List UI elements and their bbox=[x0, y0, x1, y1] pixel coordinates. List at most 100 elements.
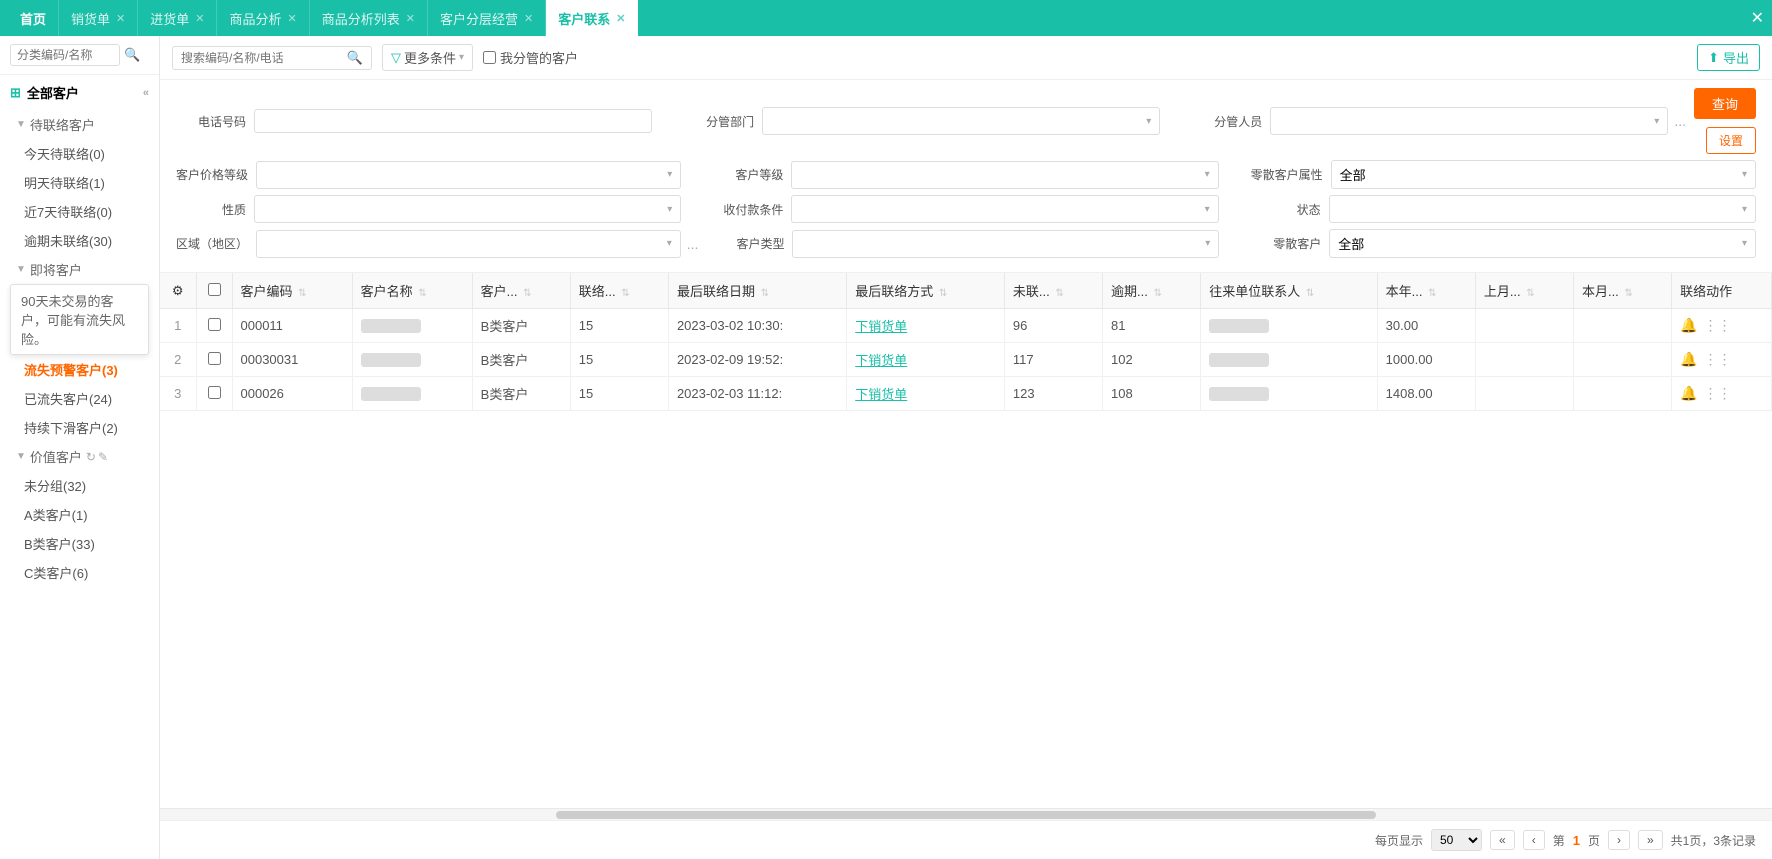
tab-product-analysis-list[interactable]: 商品分析列表 ✕ bbox=[310, 0, 428, 36]
dept-select[interactable]: ▾ bbox=[762, 107, 1160, 135]
tab-product-analysis[interactable]: 商品分析 ✕ bbox=[217, 0, 309, 36]
last-page-button[interactable]: » bbox=[1638, 830, 1663, 850]
prev-page-button[interactable]: ‹ bbox=[1523, 830, 1545, 850]
sidebar-item-class-a[interactable]: A类客户(1) bbox=[0, 500, 159, 529]
zero-customer-select[interactable]: 全部 ▾ bbox=[1329, 229, 1756, 258]
th-last-contact-date[interactable]: 最后联络日期 ⇅ bbox=[668, 273, 846, 309]
customer-level-select[interactable]: ▾ bbox=[791, 161, 1218, 189]
tab-sales-close[interactable]: ✕ bbox=[116, 12, 125, 25]
th-last-month[interactable]: 上月... ⇅ bbox=[1475, 273, 1573, 309]
row-checkbox-0 bbox=[196, 309, 232, 343]
row-this-month-2 bbox=[1573, 377, 1671, 411]
sidebar-item-class-c[interactable]: C类客户(6) bbox=[0, 558, 159, 587]
sidebar-item-today-pending[interactable]: 今天待联络(0) bbox=[0, 139, 159, 168]
first-page-button[interactable]: « bbox=[1490, 830, 1515, 850]
sidebar-search-icon[interactable]: 🔍 bbox=[124, 47, 140, 63]
row-last-contact-type-1[interactable]: 下销货单 bbox=[847, 343, 1005, 377]
sidebar-item-declining[interactable]: 持续下滑客户(2) bbox=[0, 413, 159, 442]
tab-product-analysis-close[interactable]: ✕ bbox=[288, 12, 297, 25]
tab-sales[interactable]: 销货单 ✕ bbox=[59, 0, 138, 36]
th-last-contact-type[interactable]: 最后联络方式 ⇅ bbox=[847, 273, 1005, 309]
th-name[interactable]: 客户名称 ⇅ bbox=[352, 273, 472, 309]
group-value-customers[interactable]: ▼ 价值客户 ↻ ✎ bbox=[0, 442, 159, 471]
status-select[interactable]: ▾ bbox=[1329, 195, 1756, 223]
gear-icon[interactable]: ⚙ bbox=[172, 283, 184, 298]
all-customers-header[interactable]: ⊞ 全部客户 « bbox=[0, 75, 159, 110]
adv-row-4: 区域（地区） ▾ ... 客户类型 ▾ 零散客户 全部 bbox=[176, 229, 1756, 258]
phone-input[interactable] bbox=[254, 109, 652, 133]
my-customers-checkbox[interactable] bbox=[483, 51, 496, 64]
customer-type-select[interactable]: ▾ bbox=[792, 230, 1219, 258]
horizontal-scrollbar[interactable] bbox=[160, 808, 1772, 820]
select-all-checkbox[interactable] bbox=[208, 283, 221, 296]
nature-select[interactable]: ▾ bbox=[254, 195, 681, 223]
next-page-button[interactable]: › bbox=[1608, 830, 1630, 850]
th-customer-type[interactable]: 客户... ⇅ bbox=[472, 273, 570, 309]
action-icon-more-0[interactable]: ⋮⋮ bbox=[1704, 317, 1732, 334]
row-select-checkbox-1[interactable] bbox=[208, 352, 221, 365]
action-icon-bell-1[interactable]: 🔔 bbox=[1680, 351, 1697, 368]
tab-home[interactable]: 首页 bbox=[8, 0, 59, 36]
th-this-year[interactable]: 本年... ⇅ bbox=[1377, 273, 1475, 309]
price-level-field: 客户价格等级 ▾ bbox=[176, 161, 681, 189]
tab-customer-layer-close[interactable]: ✕ bbox=[524, 12, 533, 25]
settings-button[interactable]: 设置 bbox=[1706, 127, 1756, 154]
value-customers-edit-icon[interactable]: ↻ bbox=[86, 450, 96, 464]
sidebar-item-7days-pending[interactable]: 近7天待联络(0) bbox=[0, 197, 159, 226]
person-select[interactable]: ▾ bbox=[1270, 107, 1668, 135]
search-submit-icon[interactable]: 🔍 bbox=[347, 50, 363, 66]
row-last-contact-type-0[interactable]: 下销货单 bbox=[847, 309, 1005, 343]
collapse-icon[interactable]: « bbox=[143, 87, 149, 99]
tab-product-analysis-list-close[interactable]: ✕ bbox=[406, 12, 415, 25]
action-icon-bell-0[interactable]: 🔔 bbox=[1680, 317, 1697, 334]
sidebar-item-tomorrow-pending[interactable]: 明天待联络(1) bbox=[0, 168, 159, 197]
page-label: 页 bbox=[1588, 832, 1600, 849]
sidebar-search-input[interactable] bbox=[10, 44, 120, 66]
payment-select[interactable]: ▾ bbox=[791, 195, 1218, 223]
tab-customer-contact-close[interactable]: ✕ bbox=[616, 12, 625, 25]
price-level-select[interactable]: ▾ bbox=[256, 161, 681, 189]
row-last-contact-type-2[interactable]: 下销货单 bbox=[847, 377, 1005, 411]
th-contact-person[interactable]: 往来单位联系人 ⇅ bbox=[1201, 273, 1377, 309]
tab-purchase-close[interactable]: ✕ bbox=[195, 12, 204, 25]
group-lost-customers[interactable]: ▼ 即将客户 bbox=[0, 255, 159, 284]
scrollbar-thumb[interactable] bbox=[556, 811, 1376, 819]
action-icon-bell-2[interactable]: 🔔 bbox=[1680, 385, 1697, 402]
query-button[interactable]: 查询 bbox=[1694, 88, 1756, 119]
sidebar-item-already-churned[interactable]: 已流失客户(24) bbox=[0, 384, 159, 413]
row1-dots[interactable]: ... bbox=[1674, 113, 1686, 129]
value-customers-settings-icon[interactable]: ✎ bbox=[98, 450, 108, 464]
row-select-checkbox-2[interactable] bbox=[208, 386, 221, 399]
row-action-0: 🔔 ⋮⋮ bbox=[1672, 309, 1772, 343]
th-this-month[interactable]: 本月... ⇅ bbox=[1573, 273, 1671, 309]
tab-customer-contact[interactable]: 客户联系 ✕ bbox=[546, 0, 638, 36]
row-select-checkbox-0[interactable] bbox=[208, 318, 221, 331]
tab-customer-layer[interactable]: 客户分层经营 ✕ bbox=[428, 0, 546, 36]
region-dots[interactable]: ... bbox=[687, 236, 699, 252]
lost-customers-title: 即将客户 bbox=[30, 260, 82, 279]
export-button[interactable]: ⬆ 导出 bbox=[1697, 44, 1760, 71]
search-input[interactable] bbox=[181, 51, 347, 65]
more-conditions-button[interactable]: ▽ 更多条件 ▾ bbox=[382, 44, 473, 71]
th-overdue[interactable]: 逾期... ⇅ bbox=[1103, 273, 1201, 309]
th-code[interactable]: 客户编码 ⇅ bbox=[232, 273, 352, 309]
group-pending-contact[interactable]: ▼ 待联络客户 bbox=[0, 110, 159, 139]
action-icon-more-1[interactable]: ⋮⋮ bbox=[1704, 351, 1732, 368]
th-contact-count[interactable]: 联络... ⇅ bbox=[570, 273, 668, 309]
grid-icon: ⊞ bbox=[10, 85, 21, 101]
sidebar-item-class-b[interactable]: B类客户(33) bbox=[0, 529, 159, 558]
region-select[interactable]: ▾ bbox=[256, 230, 681, 258]
action-icon-more-2[interactable]: ⋮⋮ bbox=[1704, 385, 1732, 402]
filter-right-area: ⬆ 导出 bbox=[1697, 44, 1760, 71]
window-close-button[interactable]: ✕ bbox=[1751, 8, 1764, 28]
zero-attr-select[interactable]: 全部 ▾ bbox=[1331, 160, 1756, 189]
tab-bar: 首页 销货单 ✕ 进货单 ✕ 商品分析 ✕ 商品分析列表 ✕ 客户分层经营 ✕ … bbox=[0, 0, 1772, 36]
th-uncontacted[interactable]: 未联... ⇅ bbox=[1004, 273, 1102, 309]
tab-purchase[interactable]: 进货单 ✕ bbox=[138, 0, 217, 36]
sidebar-item-overdue-pending[interactable]: 逾期未联络(30) bbox=[0, 226, 159, 255]
nature-arrow: ▾ bbox=[667, 204, 672, 215]
sidebar-item-unclassified[interactable]: 未分组(32) bbox=[0, 471, 159, 500]
per-page-select[interactable]: 50 100 bbox=[1431, 829, 1482, 851]
sidebar-item-churn-warning[interactable]: 流失预警客户(3) bbox=[0, 355, 159, 384]
current-page-number: 1 bbox=[1573, 833, 1580, 848]
